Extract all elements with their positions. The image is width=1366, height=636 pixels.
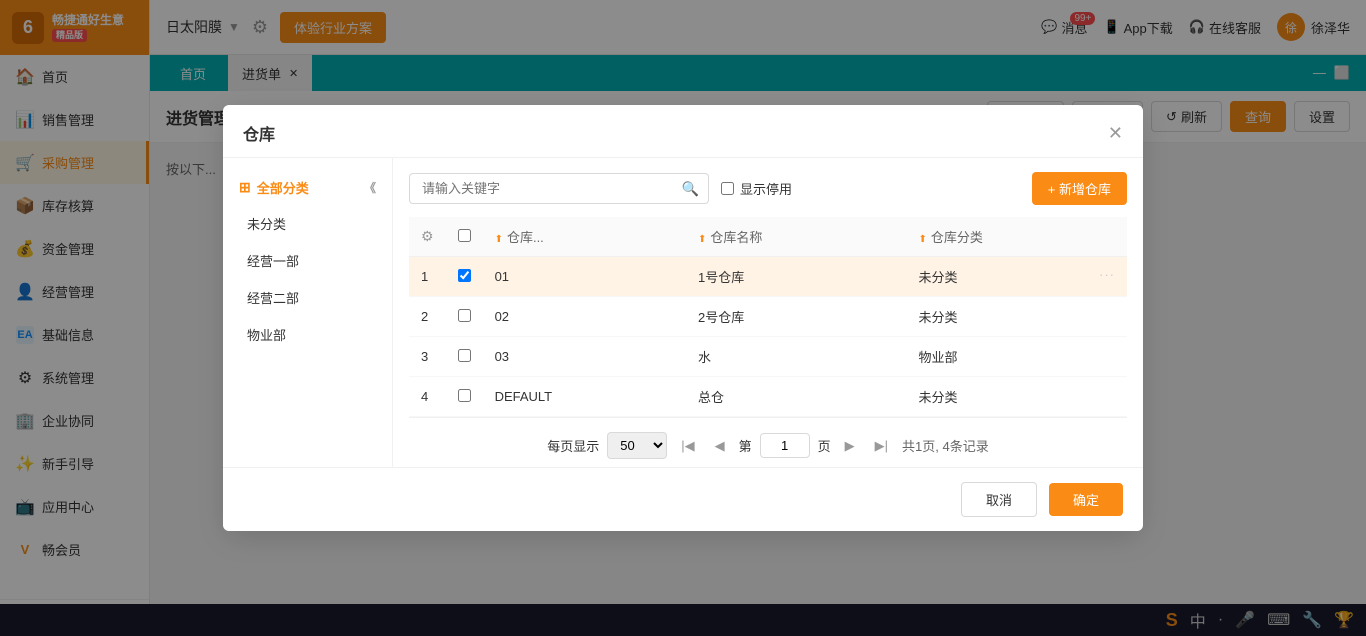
search-icon[interactable]: 🔍 [682, 180, 699, 197]
show-disabled-checkbox[interactable] [721, 182, 734, 195]
search-input[interactable] [409, 173, 709, 204]
show-disabled-checkbox-label[interactable]: 显示停用 [721, 179, 792, 198]
row3-code: 03 [483, 337, 686, 377]
category-item-dept2[interactable]: 经营二部 [223, 279, 392, 316]
next-page-btn[interactable]: ▶ [839, 436, 861, 456]
sort-cat-icon: ⬆ [918, 234, 926, 245]
row4-category: 未分类 [906, 377, 1127, 417]
select-all-checkbox[interactable] [458, 229, 471, 242]
add-warehouse-btn[interactable]: + 新增仓库 [1032, 172, 1127, 205]
dialog-body: ⊞ 全部分类 《 未分类 经营一部 经营二部 物业部 🔍 [223, 158, 1143, 467]
category-item-property[interactable]: 物业部 [223, 316, 392, 353]
row2-category: 未分类 [906, 297, 1127, 337]
row1-name: 1号仓库 [686, 257, 907, 297]
row1-num: 1 [409, 257, 446, 297]
row3-num: 3 [409, 337, 446, 377]
row1-check[interactable] [446, 257, 483, 297]
sort-name-icon: ⬆ [698, 234, 706, 245]
category-item-unclassified[interactable]: 未分类 [223, 205, 392, 242]
confirm-btn[interactable]: 确定 [1049, 483, 1123, 516]
warehouse-list-panel: 🔍 显示停用 + 新增仓库 ⚙ [393, 158, 1143, 467]
row1-code: 01 [483, 257, 686, 297]
row4-num: 4 [409, 377, 446, 417]
table-row[interactable]: 2 02 2号仓库 未分类 [409, 297, 1127, 337]
first-page-btn[interactable]: |◀ [675, 436, 700, 456]
warehouse-table-wrap: ⚙ ⬆仓库... ⬆仓库名称 ⬆仓库分类 1 01 [409, 217, 1127, 417]
grid-icon: ⊞ [239, 179, 251, 196]
column-settings-icon[interactable]: ⚙ [421, 228, 434, 244]
warehouse-dialog: 仓库 ✕ ⊞ 全部分类 《 未分类 经营一部 经营二部 物业部 [223, 105, 1143, 531]
dialog-title: 仓库 [243, 121, 275, 145]
dialog-header: 仓库 ✕ [223, 105, 1143, 158]
row3-category: 物业部 [906, 337, 1127, 377]
dialog-close-btn[interactable]: ✕ [1108, 123, 1123, 144]
more-actions-icon[interactable]: ··· [1099, 267, 1115, 282]
table-header-row: ⚙ ⬆仓库... ⬆仓库名称 ⬆仓库分类 [409, 217, 1127, 257]
th-checkbox [446, 217, 483, 257]
last-page-btn[interactable]: ▶| [869, 436, 894, 456]
row1-category: 未分类 ··· [906, 257, 1127, 297]
dialog-overlay: 仓库 ✕ ⊞ 全部分类 《 未分类 经营一部 经营二部 物业部 [0, 0, 1366, 636]
row2-check[interactable] [446, 297, 483, 337]
category-header-label: 全部分类 [257, 178, 309, 197]
per-page-select[interactable]: 50 10 20 100 [607, 432, 667, 459]
table-row[interactable]: 1 01 1号仓库 未分类 ··· [409, 257, 1127, 297]
table-row[interactable]: 3 03 水 物业部 [409, 337, 1127, 377]
page-unit: 页 [818, 436, 831, 455]
category-header[interactable]: ⊞ 全部分类 《 [223, 170, 392, 205]
page-input[interactable] [760, 433, 810, 458]
th-code: ⬆仓库... [483, 217, 686, 257]
per-page-label: 每页显示 [547, 436, 599, 455]
th-gear[interactable]: ⚙ [409, 217, 446, 257]
dialog-footer: 取消 确定 [223, 467, 1143, 531]
row2-code: 02 [483, 297, 686, 337]
row2-num: 2 [409, 297, 446, 337]
row3-check[interactable] [446, 337, 483, 377]
page-label: 第 [739, 436, 752, 455]
row2-name: 2号仓库 [686, 297, 907, 337]
th-name: ⬆仓库名称 [686, 217, 907, 257]
category-item-dept1[interactable]: 经营一部 [223, 242, 392, 279]
row3-name: 水 [686, 337, 907, 377]
table-row[interactable]: 4 DEFAULT 总仓 未分类 [409, 377, 1127, 417]
th-category: ⬆仓库分类 [906, 217, 1127, 257]
row4-check[interactable] [446, 377, 483, 417]
prev-page-btn[interactable]: ◀ [709, 436, 731, 456]
category-panel: ⊞ 全部分类 《 未分类 经营一部 经营二部 物业部 [223, 158, 393, 467]
show-disabled-label: 显示停用 [740, 179, 792, 198]
search-wrap: 🔍 [409, 173, 709, 204]
pagination: 每页显示 50 10 20 100 |◀ ◀ 第 页 ▶ ▶| 共1页, 4条记… [409, 417, 1127, 467]
cancel-btn[interactable]: 取消 [961, 482, 1037, 517]
page-total: 共1页, 4条记录 [902, 436, 989, 455]
collapse-icon[interactable]: 《 [364, 179, 376, 196]
sort-icon: ⬆ [495, 234, 503, 245]
list-toolbar: 🔍 显示停用 + 新增仓库 [409, 172, 1127, 205]
row4-name: 总仓 [686, 377, 907, 417]
warehouse-table: ⚙ ⬆仓库... ⬆仓库名称 ⬆仓库分类 1 01 [409, 217, 1127, 417]
row4-code: DEFAULT [483, 377, 686, 417]
table-body: 1 01 1号仓库 未分类 ··· 2 02 2号仓库 [409, 257, 1127, 417]
